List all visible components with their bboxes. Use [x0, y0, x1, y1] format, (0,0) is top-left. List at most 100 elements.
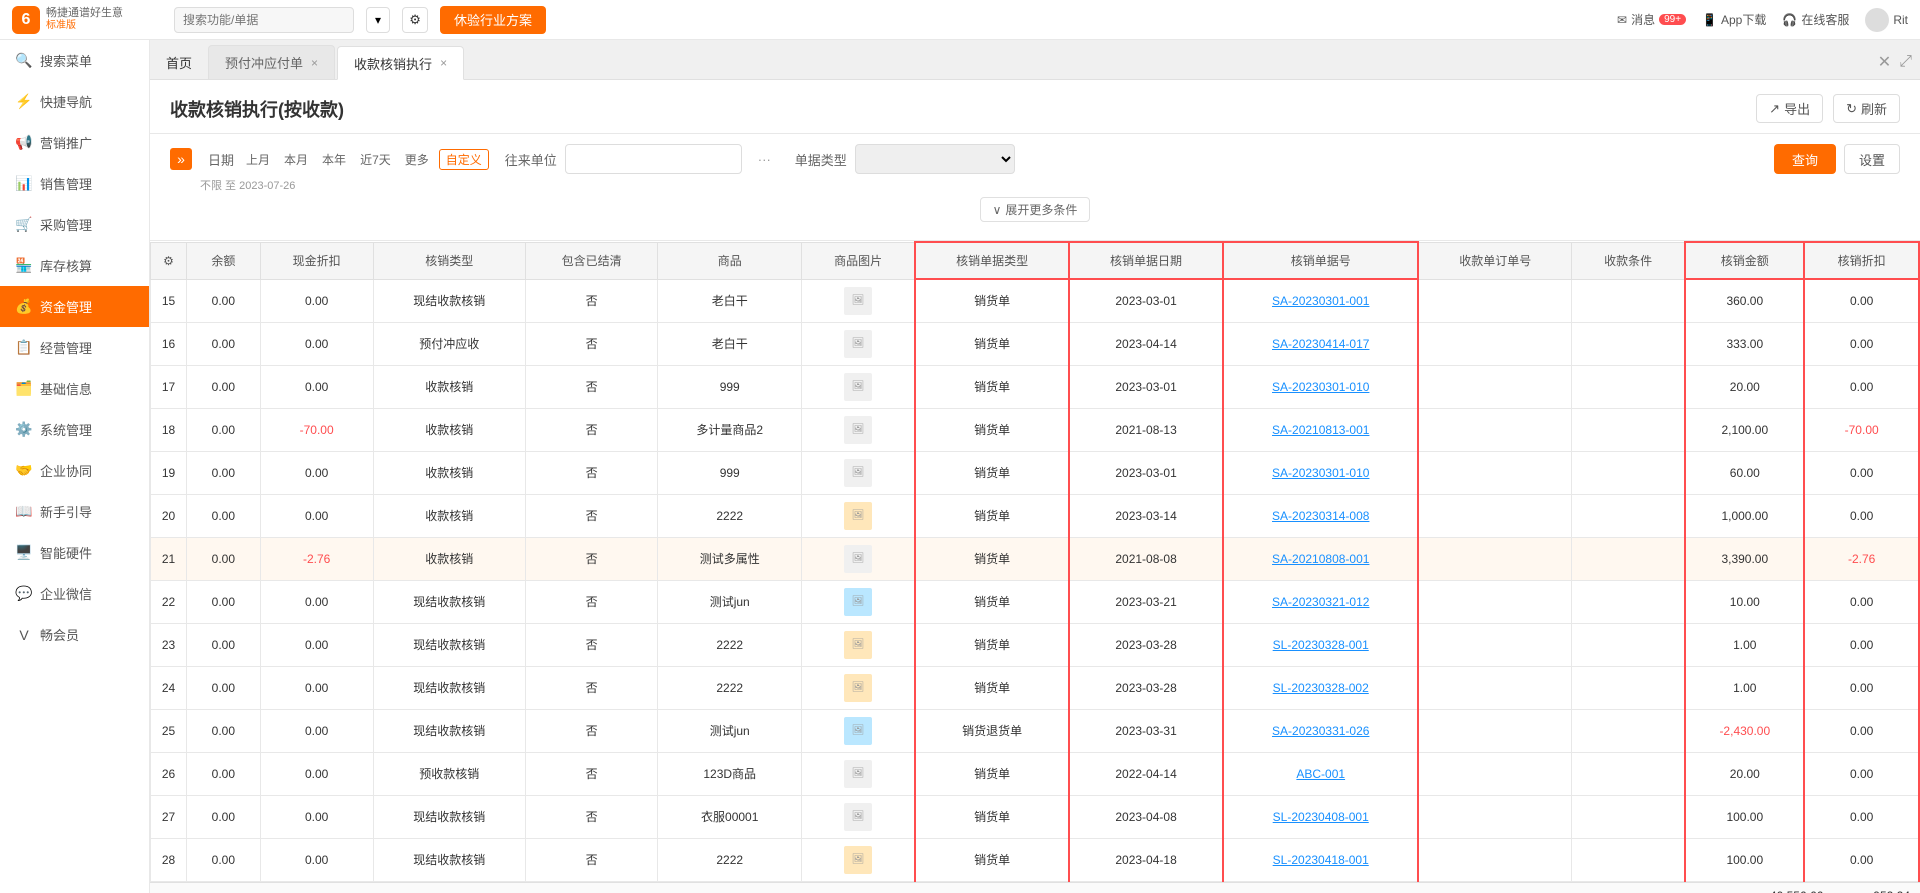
- page-header: 收款核销执行(按收款) ↗ 导出 ↻ 刷新: [150, 80, 1920, 134]
- date-last-month[interactable]: 上月: [242, 149, 274, 170]
- cell-receipt-order: [1418, 666, 1571, 709]
- cell-doc-no[interactable]: SA-20230314-008: [1223, 494, 1418, 537]
- online-service-button[interactable]: 🎧 在线客服: [1782, 11, 1849, 28]
- filter-dots: ···: [750, 152, 779, 167]
- col-settings[interactable]: ⚙: [151, 242, 187, 279]
- cell-doc-type: 销货单: [915, 666, 1069, 709]
- page-actions: ↗ 导出 ↻ 刷新: [1756, 94, 1900, 123]
- cell-amount: 333.00: [1685, 322, 1804, 365]
- sidebar-item-快捷导航[interactable]: ⚡快捷导航: [0, 81, 149, 122]
- cell-doc-no[interactable]: ABC-001: [1223, 752, 1418, 795]
- cell-doc-no[interactable]: SA-20230301-001: [1223, 279, 1418, 322]
- cell-id: 24: [151, 666, 187, 709]
- cell-doc-no[interactable]: SL-20230408-001: [1223, 795, 1418, 838]
- query-buttons: 查询 设置: [1774, 144, 1900, 174]
- table-row: 17 0.00 0.00 收款核销 否 999 🖼 销货单 2023-03-01…: [151, 365, 1920, 408]
- cell-balance: 0.00: [187, 322, 261, 365]
- cell-balance: 0.00: [187, 580, 261, 623]
- sidebar-item-营销推广[interactable]: 📢营销推广: [0, 122, 149, 163]
- cell-doc-no[interactable]: SL-20230328-001: [1223, 623, 1418, 666]
- cell-doc-no[interactable]: SA-20230331-026: [1223, 709, 1418, 752]
- cell-doc-no[interactable]: SL-20230418-001: [1223, 838, 1418, 881]
- from-unit-input[interactable]: [565, 144, 742, 174]
- date-this-month[interactable]: 本月: [280, 149, 312, 170]
- doc-type-select[interactable]: [855, 144, 1015, 174]
- table-row: 28 0.00 0.00 现结收款核销 否 2222 🖼 销货单 2023-04…: [151, 838, 1920, 881]
- table-row: 15 0.00 0.00 现结收款核销 否 老白干 🖼 销货单 2023-03-…: [151, 279, 1920, 322]
- tab-prepay[interactable]: 预付冲应付单 ×: [208, 45, 335, 79]
- cell-discount: -2.76: [1804, 537, 1919, 580]
- discount-total-label: 952.24: [1873, 889, 1910, 893]
- cell-doc-no[interactable]: SL-20230328-002: [1223, 666, 1418, 709]
- cell-doc-date: 2023-03-31: [1069, 709, 1223, 752]
- sidebar-item-企业微信[interactable]: 💬企业微信: [0, 573, 149, 614]
- date-custom[interactable]: 自定义: [439, 149, 489, 170]
- sidebar-item-资金管理[interactable]: 💰资金管理: [0, 286, 149, 327]
- col-cash-discount: 现金折扣: [260, 242, 373, 279]
- sidebar-item-采购管理[interactable]: 🛒采购管理: [0, 204, 149, 245]
- close-all-icon[interactable]: ✕: [1878, 52, 1891, 72]
- date-this-year[interactable]: 本年: [318, 149, 350, 170]
- export-button[interactable]: ↗ 导出: [1756, 94, 1823, 123]
- col-receipt-order: 收款单订单号: [1418, 242, 1571, 279]
- table-area: ⚙ 余额 现金折扣 核销类型 包含已结清 商品 商品图片 核销单据类型 核销单据…: [150, 241, 1920, 893]
- query-button[interactable]: 查询: [1774, 144, 1836, 174]
- cell-doc-type: 销货单: [915, 752, 1069, 795]
- tab-verify[interactable]: 收款核销执行 ×: [337, 46, 464, 80]
- sidebar-item-新手引导[interactable]: 📖新手引导: [0, 491, 149, 532]
- tab-close-verify[interactable]: ×: [440, 56, 447, 70]
- sidebar-icon: ⚙️: [16, 422, 32, 438]
- sidebar-item-基础信息[interactable]: 🗂️基础信息: [0, 368, 149, 409]
- goods-thumbnail: 🖼: [844, 717, 872, 745]
- cell-goods: 123D商品: [658, 752, 802, 795]
- col-goods: 商品: [658, 242, 802, 279]
- date-7-days[interactable]: 近7天: [356, 149, 395, 170]
- sidebar-item-经营管理[interactable]: 📋经营管理: [0, 327, 149, 368]
- expand-icon[interactable]: ⤢: [1899, 53, 1912, 71]
- cell-condition: [1572, 365, 1686, 408]
- message-icon: ✉: [1617, 13, 1627, 27]
- sidebar-item-系统管理[interactable]: ⚙️ 系统管理: [0, 409, 149, 450]
- refresh-button[interactable]: ↻ 刷新: [1833, 94, 1900, 123]
- message-button[interactable]: ✉ 消息 99+: [1617, 11, 1686, 28]
- cell-doc-no[interactable]: SA-20230301-010: [1223, 451, 1418, 494]
- sidebar-icon: V: [16, 627, 32, 643]
- app-download-button[interactable]: 📱 App下载: [1702, 11, 1766, 28]
- date-more[interactable]: 更多: [401, 149, 433, 170]
- collapse-btn[interactable]: »: [170, 148, 192, 170]
- tab-close-prepay[interactable]: ×: [311, 56, 318, 70]
- sidebar-item-库存核算[interactable]: 🏪库存核算: [0, 245, 149, 286]
- dropdown-button[interactable]: ▾: [366, 7, 390, 33]
- sidebar-item-搜索菜单[interactable]: 🔍搜索菜单: [0, 40, 149, 81]
- sidebar-item-销售管理[interactable]: 📊销售管理: [0, 163, 149, 204]
- logo-text: 畅捷通谱好生意 标准版: [46, 7, 123, 32]
- sidebar-icon: 🗂️: [16, 381, 32, 397]
- cell-doc-date: 2023-04-14: [1069, 322, 1223, 365]
- cell-balance: 0.00: [187, 752, 261, 795]
- cell-doc-no[interactable]: SA-20230301-010: [1223, 365, 1418, 408]
- cell-amount: 60.00: [1685, 451, 1804, 494]
- expand-conditions-button[interactable]: ∨ 展开更多条件: [980, 197, 1091, 222]
- search-input[interactable]: [174, 7, 354, 33]
- tab-home[interactable]: 首页: [150, 45, 208, 79]
- user-menu[interactable]: Rit: [1865, 8, 1908, 32]
- gear-icon[interactable]: ⚙: [402, 7, 428, 33]
- sidebar-label: 系统管理: [40, 420, 92, 439]
- message-badge: 99+: [1659, 14, 1686, 25]
- cell-doc-no[interactable]: SA-20210813-001: [1223, 408, 1418, 451]
- settings-button[interactable]: 设置: [1844, 144, 1900, 174]
- goods-thumbnail: 🖼: [844, 631, 872, 659]
- industry-solution-button[interactable]: 休验行业方案: [440, 6, 546, 34]
- sidebar-label: 销售管理: [40, 174, 92, 193]
- table-row: 18 0.00 -70.00 收款核销 否 多计量商品2 🖼 销货单 2021-…: [151, 408, 1920, 451]
- table-row: 22 0.00 0.00 现结收款核销 否 测试jun 🖼 销货单 2023-0…: [151, 580, 1920, 623]
- sidebar-item-智能硬件[interactable]: 🖥️智能硬件: [0, 532, 149, 573]
- sidebar-item-企业协同[interactable]: 🤝企业协同: [0, 450, 149, 491]
- data-table: ⚙ 余额 现金折扣 核销类型 包含已结清 商品 商品图片 核销单据类型 核销单据…: [150, 241, 1920, 882]
- cell-doc-no[interactable]: SA-20210808-001: [1223, 537, 1418, 580]
- table-row: 20 0.00 0.00 收款核销 否 2222 🖼 销货单 2023-03-1…: [151, 494, 1920, 537]
- cell-doc-no[interactable]: SA-20230414-017: [1223, 322, 1418, 365]
- sidebar-item-畅会员[interactable]: V畅会员: [0, 614, 149, 655]
- goods-thumbnail: 🖼: [844, 373, 872, 401]
- cell-doc-no[interactable]: SA-20230321-012: [1223, 580, 1418, 623]
